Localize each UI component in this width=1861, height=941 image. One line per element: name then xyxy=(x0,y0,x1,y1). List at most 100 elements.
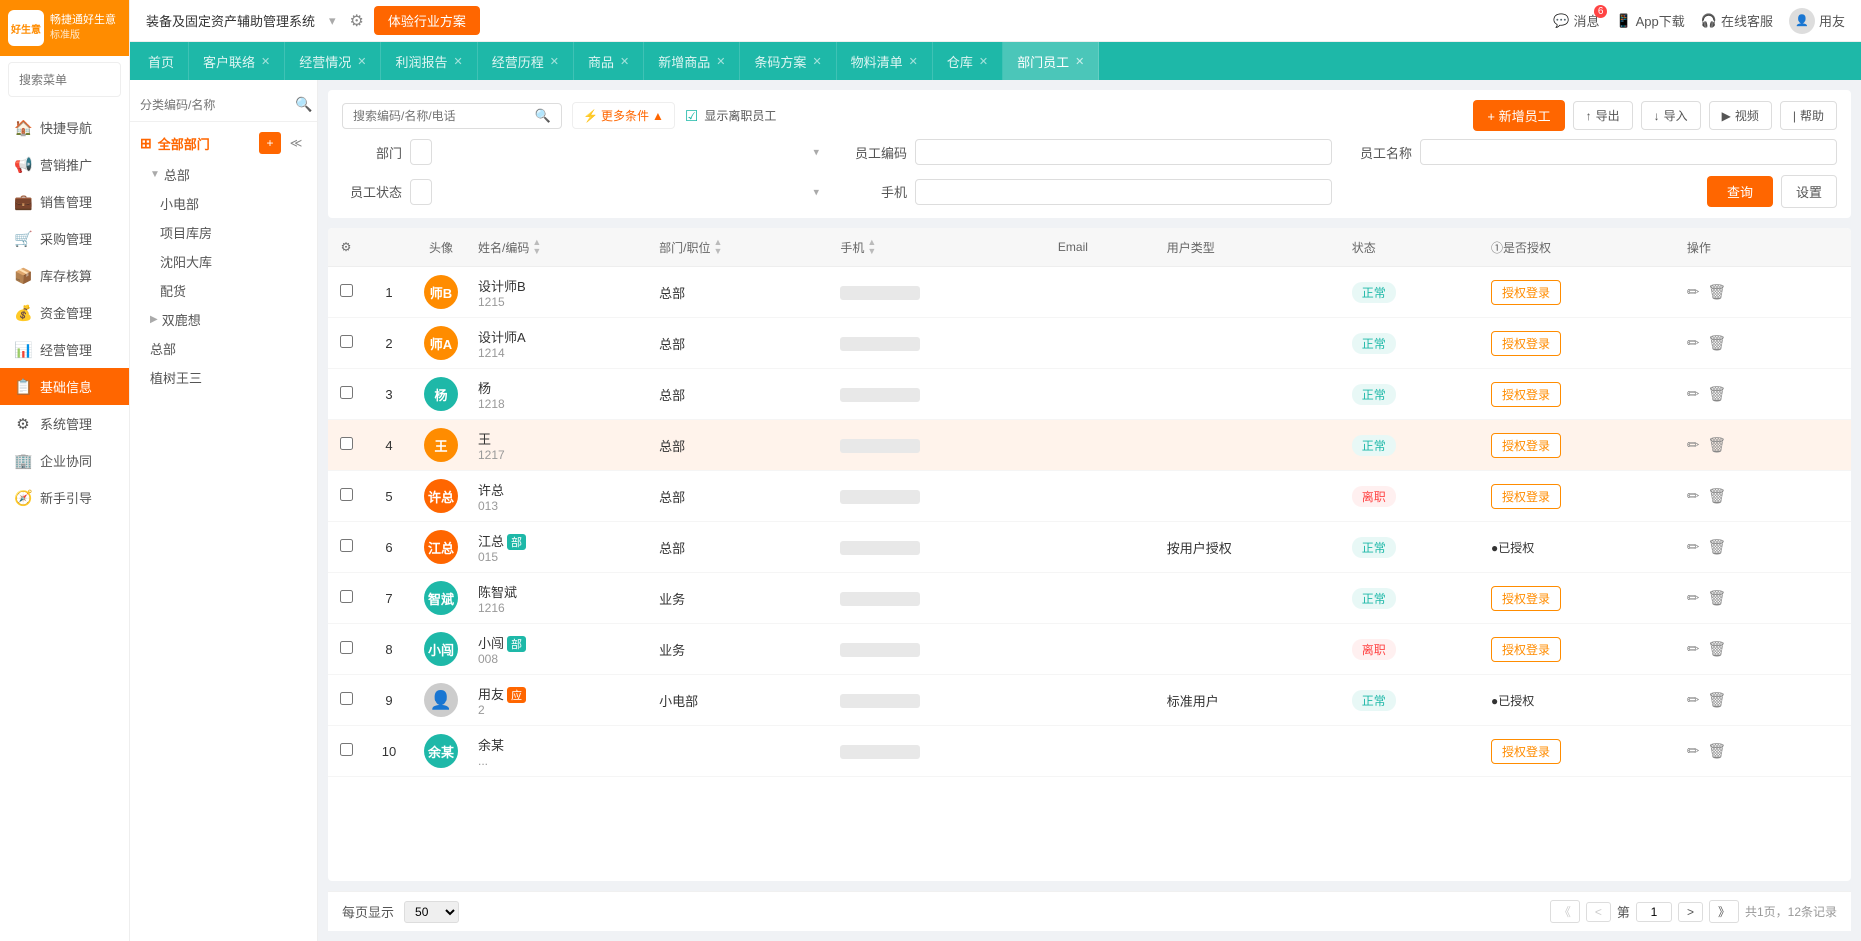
tab-history-close[interactable]: ✕ xyxy=(550,55,559,68)
add-employee-button[interactable]: + 新增员工 xyxy=(1473,100,1564,131)
row-checkbox-input[interactable] xyxy=(340,590,353,603)
tab-warehouse[interactable]: 仓库 ✕ xyxy=(933,42,1003,80)
filter-search-box[interactable]: 🔍 xyxy=(342,103,562,129)
tab-barcode-close[interactable]: ✕ xyxy=(812,55,821,68)
messages-button[interactable]: 💬 6 消息 xyxy=(1553,11,1599,30)
last-page-button[interactable]: 》 xyxy=(1709,900,1739,923)
name-code-sort[interactable]: 姓名/编码 ▲▼ xyxy=(478,238,639,256)
search-input[interactable] xyxy=(353,109,529,123)
current-page-input[interactable] xyxy=(1636,902,1672,922)
tab-materials-close[interactable]: ✕ xyxy=(909,55,918,68)
app-download-button[interactable]: 📱 App下载 xyxy=(1615,11,1684,30)
auth-login-button[interactable]: 授权登录 xyxy=(1491,484,1561,509)
delete-button[interactable]: 🗑 xyxy=(1707,640,1726,658)
emp-status-select[interactable] xyxy=(410,179,432,205)
row-checkbox[interactable] xyxy=(328,267,364,318)
col-dept-position[interactable]: 部门/职位 ▲▼ xyxy=(649,228,830,267)
tree-node-hq2[interactable]: 总部 xyxy=(130,334,317,363)
help-button[interactable]: | 帮助 xyxy=(1780,101,1837,130)
sidebar-item-quick-nav[interactable]: 🏠 快捷导航 xyxy=(0,109,129,146)
tree-node-shenyang[interactable]: 沈阳大库 xyxy=(130,247,317,276)
delete-button[interactable]: 🗑 xyxy=(1707,334,1726,352)
tab-operations[interactable]: 经营情况 ✕ xyxy=(285,42,381,80)
sidebar-item-finance[interactable]: 💰 资金管理 xyxy=(0,294,129,331)
row-checkbox[interactable] xyxy=(328,522,364,573)
sidebar-item-marketing[interactable]: 📢 营销推广 xyxy=(0,146,129,183)
trial-button[interactable]: 体验行业方案 xyxy=(374,6,480,35)
tree-node-zhushu[interactable]: 植树王三 xyxy=(130,363,317,392)
tree-search-box[interactable]: 🔍 xyxy=(130,88,317,122)
row-checkbox-input[interactable] xyxy=(340,743,353,756)
row-checkbox[interactable] xyxy=(328,369,364,420)
tab-customers[interactable]: 客户联络 ✕ xyxy=(189,42,285,80)
tab-history[interactable]: 经营历程 ✕ xyxy=(478,42,574,80)
row-checkbox-input[interactable] xyxy=(340,335,353,348)
auth-login-button[interactable]: 授权登录 xyxy=(1491,586,1561,611)
sidebar-item-operations[interactable]: 📊 经营管理 xyxy=(0,331,129,368)
sidebar-item-purchase[interactable]: 🛒 采购管理 xyxy=(0,220,129,257)
auth-login-button[interactable]: 授权登录 xyxy=(1491,331,1561,356)
col-setting[interactable]: ⚙ xyxy=(328,228,364,267)
tab-staff-close[interactable]: ✕ xyxy=(1075,55,1084,68)
tab-profit-close[interactable]: ✕ xyxy=(454,55,463,68)
tree-node-shuanglu[interactable]: ▶ 双鹿想 xyxy=(130,305,317,334)
tab-profit[interactable]: 利润报告 ✕ xyxy=(381,42,477,80)
delete-button[interactable]: 🗑 xyxy=(1707,385,1726,403)
row-checkbox-input[interactable] xyxy=(340,641,353,654)
tab-goods[interactable]: 商品 ✕ xyxy=(574,42,644,80)
online-service-button[interactable]: 🎧 在线客服 xyxy=(1701,11,1773,30)
tab-materials[interactable]: 物料清单 ✕ xyxy=(837,42,933,80)
tab-staff[interactable]: 部门员工 ✕ xyxy=(1003,42,1099,80)
edit-button[interactable]: ✏ xyxy=(1687,742,1700,760)
edit-button[interactable]: ✏ xyxy=(1687,487,1700,505)
phone-input[interactable] xyxy=(915,179,1332,205)
prev-page-button[interactable]: < xyxy=(1586,902,1611,922)
delete-button[interactable]: 🗑 xyxy=(1707,691,1726,709)
edit-button[interactable]: ✏ xyxy=(1687,589,1700,607)
row-checkbox[interactable] xyxy=(328,573,364,624)
delete-button[interactable]: 🗑 xyxy=(1707,589,1726,607)
tree-node-general-hq[interactable]: ▼ 总部 xyxy=(130,160,317,189)
tree-node-xiaodibu[interactable]: 小电部 xyxy=(130,189,317,218)
row-checkbox[interactable] xyxy=(328,318,364,369)
edit-button[interactable]: ✏ xyxy=(1687,283,1700,301)
first-page-button[interactable]: 《 xyxy=(1550,900,1580,923)
edit-button[interactable]: ✏ xyxy=(1687,385,1700,403)
row-checkbox[interactable] xyxy=(328,471,364,522)
tab-goods-close[interactable]: ✕ xyxy=(620,55,629,68)
tab-new-goods[interactable]: 新增商品 ✕ xyxy=(644,42,740,80)
edit-button[interactable]: ✏ xyxy=(1687,334,1700,352)
delete-button[interactable]: 🗑 xyxy=(1707,436,1726,454)
sidebar-item-enterprise[interactable]: 🏢 企业协同 xyxy=(0,442,129,479)
tab-home[interactable]: 首页 xyxy=(134,42,189,80)
row-checkbox-input[interactable] xyxy=(340,386,353,399)
settings-gear-icon[interactable]: ⚙ xyxy=(350,11,364,31)
tree-add-btn[interactable]: + xyxy=(259,132,281,154)
reset-button[interactable]: 设置 xyxy=(1781,175,1837,208)
col-name-code[interactable]: 姓名/编码 ▲▼ xyxy=(468,228,649,267)
emp-name-input[interactable] xyxy=(1420,139,1837,165)
show-departed-checkbox[interactable]: ☑ 显示离职员工 xyxy=(685,107,776,125)
tab-barcode[interactable]: 条码方案 ✕ xyxy=(740,42,836,80)
edit-button[interactable]: ✏ xyxy=(1687,436,1700,454)
per-page-select[interactable]: 50 100 xyxy=(404,901,459,923)
tree-collapse-btn[interactable]: ≪ xyxy=(285,132,307,154)
emp-code-input[interactable] xyxy=(915,139,1332,165)
tab-new-goods-close[interactable]: ✕ xyxy=(716,55,725,68)
auth-login-button[interactable]: 授权登录 xyxy=(1491,637,1561,662)
tree-node-distribution[interactable]: 配货 xyxy=(130,276,317,305)
delete-button[interactable]: 🗑 xyxy=(1707,538,1726,556)
row-checkbox-input[interactable] xyxy=(340,437,353,450)
row-checkbox-input[interactable] xyxy=(340,284,353,297)
row-checkbox[interactable] xyxy=(328,675,364,726)
auth-login-button[interactable]: 授权登录 xyxy=(1491,280,1561,305)
edit-button[interactable]: ✏ xyxy=(1687,538,1700,556)
more-conditions-button[interactable]: ⚡ 更多条件 ▲ xyxy=(572,102,675,129)
sidebar-item-inventory[interactable]: 📦 库存核算 xyxy=(0,257,129,294)
tab-customers-close[interactable]: ✕ xyxy=(261,55,270,68)
search-button[interactable]: 查询 xyxy=(1707,176,1773,207)
tab-operations-close[interactable]: ✕ xyxy=(357,55,366,68)
user-menu-button[interactable]: 👤 用友 xyxy=(1789,8,1845,34)
edit-button[interactable]: ✏ xyxy=(1687,640,1700,658)
sidebar-item-guide[interactable]: 🧭 新手引导 xyxy=(0,479,129,516)
